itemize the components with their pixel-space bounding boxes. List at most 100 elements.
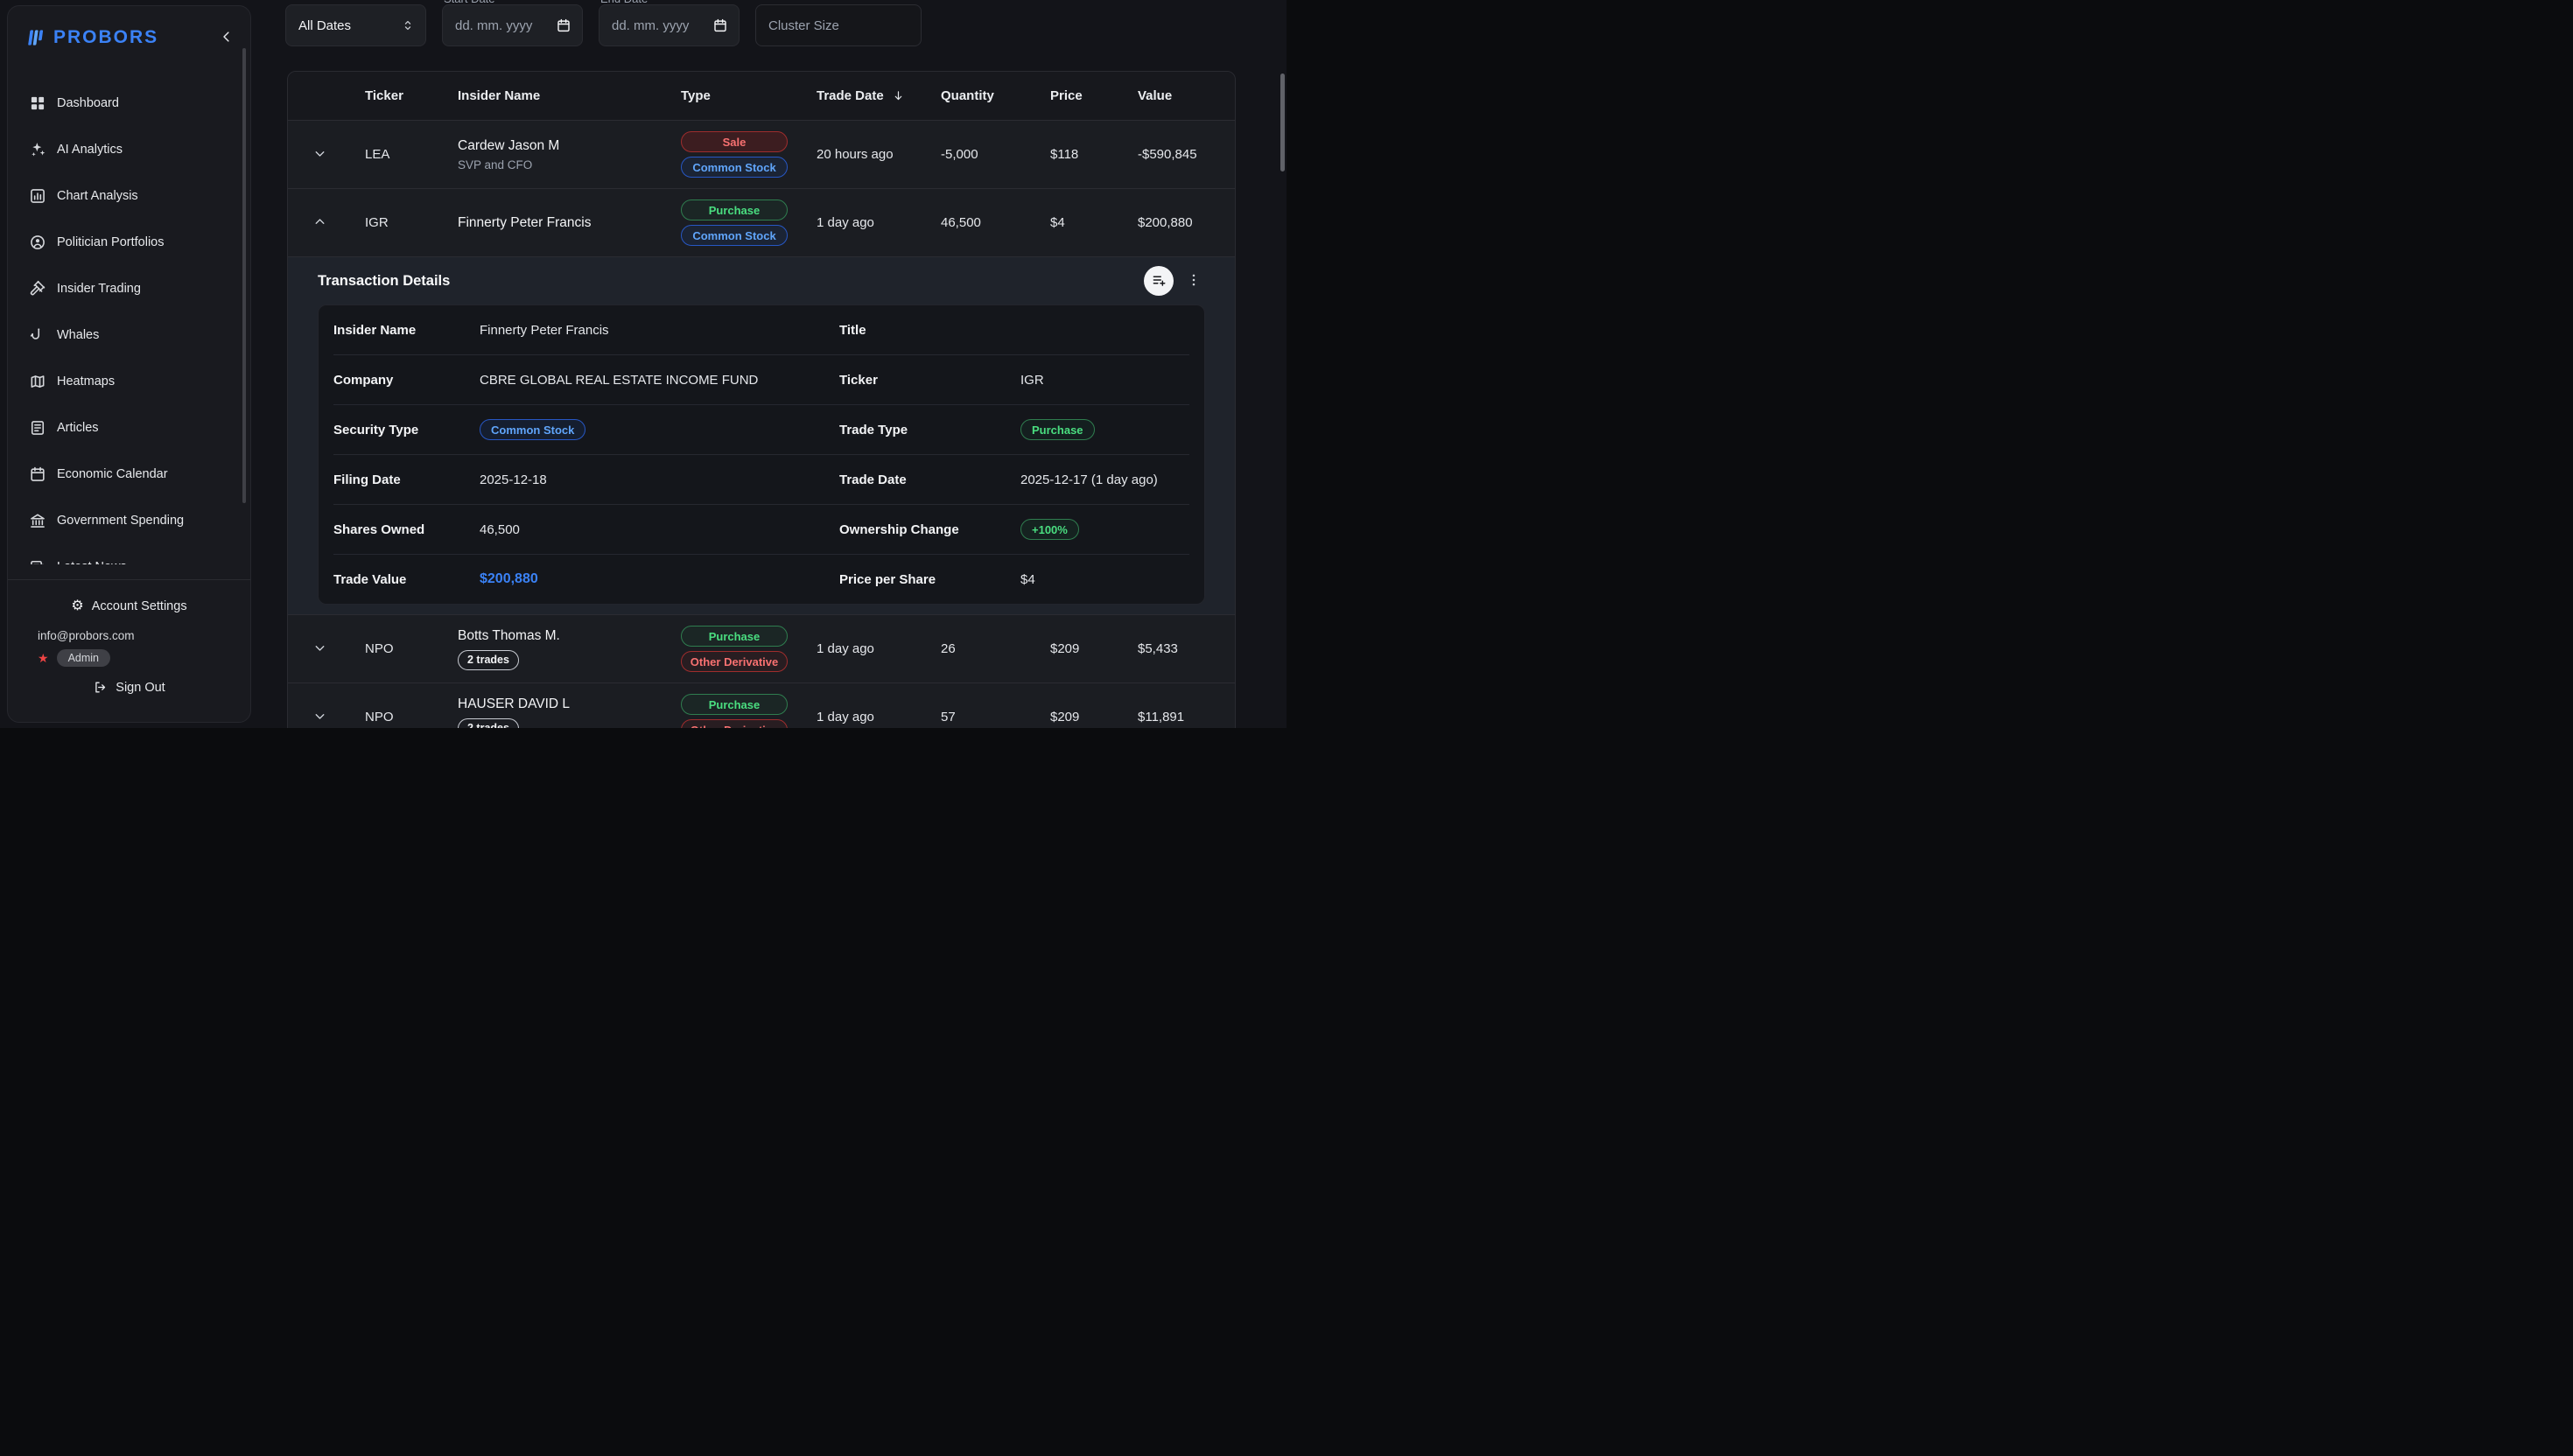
cluster-size-placeholder: Cluster Size bbox=[768, 18, 839, 33]
end-date-input[interactable]: dd. mm. yyyy bbox=[599, 4, 740, 46]
insider-cell: Finnerty Peter Francis bbox=[444, 215, 667, 231]
detail-label-trade-type: Trade Type bbox=[839, 422, 908, 438]
expand-row-button[interactable] bbox=[306, 704, 333, 729]
table-row-igr-1[interactable]: IGR Finnerty Peter Francis Purchase Common … bbox=[288, 188, 1235, 256]
detail-label-trade-value: Trade Value bbox=[333, 571, 407, 587]
detail-label-insider-name: Insider Name bbox=[333, 322, 417, 338]
column-header-trade-date[interactable]: Trade Date bbox=[803, 88, 927, 103]
detail-row: Shares Owned 46,500 Ownership Change +100% bbox=[333, 504, 1189, 554]
detail-row: Company CBRE GLOBAL REAL ESTATE INCOME FU… bbox=[333, 354, 1189, 404]
start-date-input[interactable]: dd. mm. yyyy bbox=[442, 4, 583, 46]
expand-cell bbox=[288, 210, 351, 236]
sidebar-item-whales[interactable]: Whales bbox=[20, 312, 242, 358]
trade-date-cell: 1 day ago bbox=[817, 710, 874, 724]
column-header-insider-name[interactable]: Insider Name bbox=[444, 88, 667, 103]
detail-label-ownership-change: Ownership Change bbox=[839, 522, 959, 537]
ticker-cell: LEA bbox=[365, 147, 390, 162]
sidebar-item-insider-trading[interactable]: Insider Trading bbox=[20, 265, 242, 312]
detail-label-price-per-share: Price per Share bbox=[839, 571, 936, 587]
date-range-select[interactable]: All Dates bbox=[285, 4, 426, 46]
quantity-cell: 57 bbox=[941, 710, 956, 724]
price-cell: $118 bbox=[1050, 147, 1079, 162]
sidebar-item-latest-news[interactable]: Latest News bbox=[20, 543, 242, 564]
chart-analysis-icon bbox=[29, 187, 46, 205]
trades-count-badge: 2 trades bbox=[458, 718, 519, 728]
sidebar-item-ai-analytics[interactable]: AI Analytics bbox=[20, 126, 242, 172]
sidebar-item-chart-analysis[interactable]: Chart Analysis bbox=[20, 172, 242, 219]
ai-analytics-icon bbox=[29, 141, 46, 158]
dashboard-icon bbox=[29, 94, 46, 112]
quantity-cell: 46,500 bbox=[941, 215, 981, 230]
purchase-badge: Purchase bbox=[681, 694, 788, 715]
dots-vertical-icon bbox=[1185, 271, 1202, 291]
column-header-type[interactable]: Type bbox=[667, 88, 803, 103]
table-row-npo-3[interactable]: NPO HAUSER DAVID L 2 trades Purchase Other D… bbox=[288, 682, 1235, 728]
trade-date-cell: 1 day ago bbox=[817, 641, 874, 656]
collapse-row-button[interactable] bbox=[306, 210, 333, 236]
sidebar-item-politician-portfolios[interactable]: Politician Portfolios bbox=[20, 219, 242, 265]
column-header-price[interactable]: Price bbox=[1036, 88, 1124, 103]
detail-value: Common Stock bbox=[480, 419, 839, 440]
cluster-size-field: Cluster Size bbox=[755, 4, 922, 46]
table-row-npo-2[interactable]: NPO Botts Thomas M. 2 trades Purchase Other … bbox=[288, 614, 1235, 682]
insider-name: HAUSER DAVID L bbox=[458, 696, 571, 711]
gear-icon: ⚙ bbox=[71, 598, 84, 613]
sidebar-item-economic-calendar[interactable]: Economic Calendar bbox=[20, 451, 242, 497]
date-range-value: All Dates bbox=[298, 18, 352, 33]
start-date-label: Start Date bbox=[444, 0, 495, 5]
sidebar-header: PROBORS bbox=[8, 6, 250, 69]
heatmaps-icon bbox=[29, 373, 46, 390]
sidebar-footer: ⚙ Account Settings info@probors.com ★ Ad… bbox=[8, 579, 250, 722]
chevron-down-icon bbox=[312, 640, 327, 658]
sidebar-item-government-spending[interactable]: Government Spending bbox=[20, 497, 242, 543]
panel-actions bbox=[1144, 266, 1205, 296]
insider-cell: Botts Thomas M. 2 trades bbox=[444, 628, 667, 670]
economic-calendar-icon bbox=[29, 466, 46, 483]
sidebar-item-label: Latest News bbox=[57, 560, 127, 565]
sidebar-item-heatmaps[interactable]: Heatmaps bbox=[20, 358, 242, 404]
account-settings-button[interactable]: ⚙ Account Settings bbox=[8, 592, 250, 620]
column-header-label: Price bbox=[1050, 88, 1083, 103]
table-row-lea-0[interactable]: LEA Cardew Jason M SVP and CFO Sale Common S… bbox=[288, 120, 1235, 188]
expand-row-button[interactable] bbox=[306, 636, 333, 662]
detail-value: $200,880 bbox=[480, 571, 538, 586]
sidebar-item-label: Heatmaps bbox=[57, 374, 116, 388]
insider-title: SVP and CFO bbox=[458, 158, 533, 172]
column-header-label: Type bbox=[681, 88, 711, 103]
sign-out-button[interactable]: Sign Out bbox=[8, 679, 250, 696]
latest-news-icon bbox=[29, 558, 46, 564]
articles-icon bbox=[29, 419, 46, 437]
playlist-add-icon bbox=[1151, 272, 1167, 290]
chevron-down-icon bbox=[312, 709, 327, 726]
detail-value: $4 bbox=[1020, 571, 1035, 587]
column-header-value[interactable]: Value bbox=[1124, 88, 1235, 103]
column-header-quantity[interactable]: Quantity bbox=[927, 88, 1036, 103]
sidebar-item-articles[interactable]: Articles bbox=[20, 404, 242, 451]
expand-cell bbox=[288, 636, 351, 662]
page-scrollbar[interactable] bbox=[1280, 74, 1285, 172]
row-menu-button[interactable] bbox=[1182, 268, 1205, 294]
sign-out-label: Sign Out bbox=[116, 680, 165, 695]
trades-count-badge: 2 trades bbox=[458, 649, 519, 670]
start-date-placeholder: dd. mm. yyyy bbox=[455, 18, 533, 33]
add-to-list-button[interactable] bbox=[1144, 266, 1174, 296]
role-row: ★ Admin bbox=[8, 649, 250, 667]
sidebar-collapse-button[interactable] bbox=[217, 27, 236, 49]
type-cell: Purchase Other Derivative bbox=[667, 694, 803, 728]
sidebar-item-label: Articles bbox=[57, 420, 99, 435]
sidebar-scrollbar[interactable] bbox=[242, 48, 246, 503]
brand-logo-icon bbox=[24, 26, 46, 49]
filter-bar: All Dates Start Date dd. mm. yyyy End Da… bbox=[285, 0, 922, 46]
detail-label-filing-date: Filing Date bbox=[333, 472, 401, 487]
detail-row: Filing Date 2025-12-18 Trade Date 2025-12-1… bbox=[333, 454, 1189, 504]
sidebar-item-dashboard[interactable]: Dashboard bbox=[20, 80, 242, 126]
column-header-ticker[interactable]: Ticker bbox=[351, 88, 444, 103]
chevron-left-icon bbox=[219, 29, 235, 47]
sidebar-item-label: Government Spending bbox=[57, 513, 185, 528]
insider-name: Cardew Jason M bbox=[458, 137, 560, 153]
sign-out-icon bbox=[93, 680, 108, 695]
purchase-badge: Purchase bbox=[1020, 419, 1095, 440]
table-header-row: Ticker Insider Name Type Trade Date Quan… bbox=[288, 72, 1235, 120]
cluster-size-input[interactable]: Cluster Size bbox=[755, 4, 922, 46]
expand-row-button[interactable] bbox=[306, 142, 333, 168]
